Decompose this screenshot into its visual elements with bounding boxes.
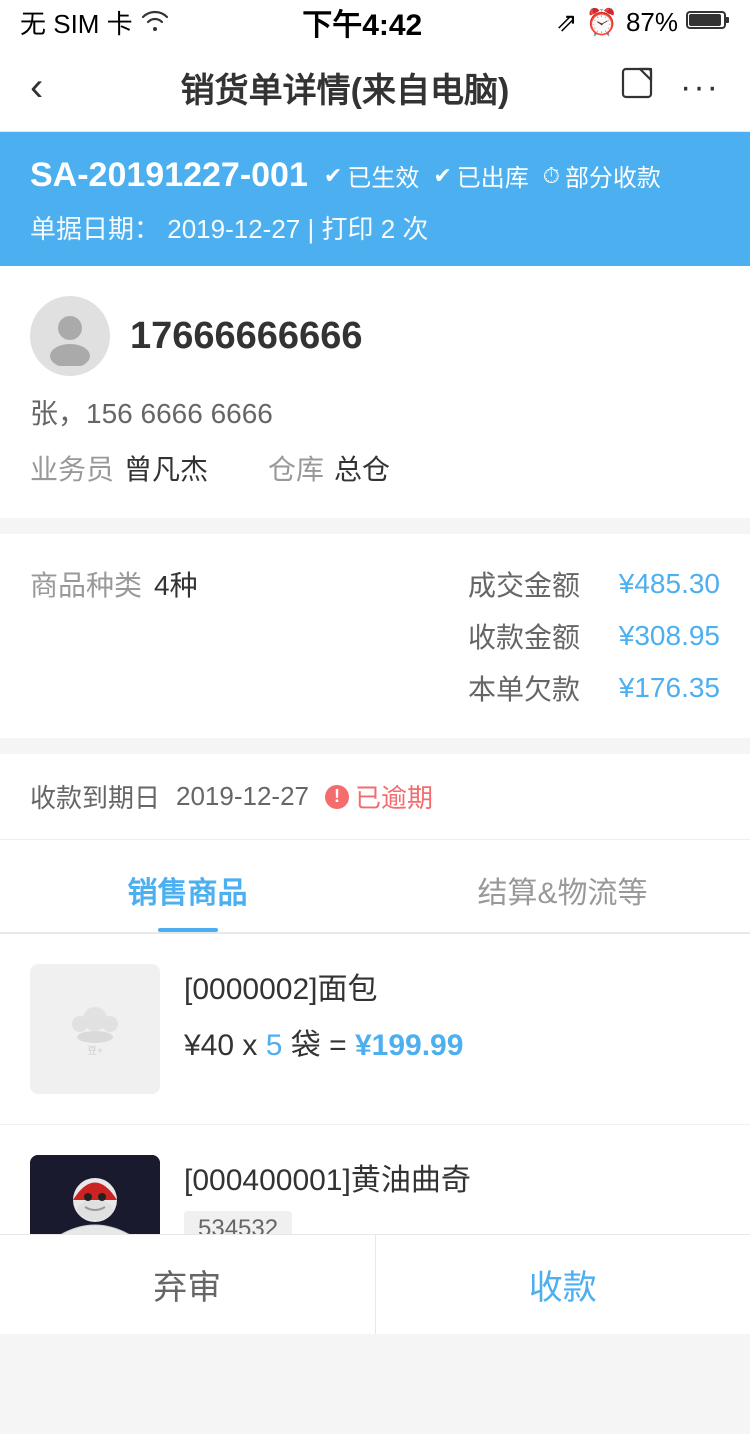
order-badges: ✔ 已生效 ✔ 已出库 ⏱ 部分收款 — [324, 158, 661, 193]
badge-partial: ⏱ 部分收款 — [543, 158, 661, 193]
due-amount-row: 本单欠款 ¥176.35 — [468, 668, 720, 708]
page-title: 销货单详情(来自电脑) — [90, 63, 600, 112]
nav-bar: ‹ 销货单详情(来自电脑) ··· — [0, 44, 750, 132]
customer-meta: 业务员 曾凡杰 仓库 总仓 — [30, 448, 720, 488]
received-amount-row: 收款金额 ¥308.95 — [468, 616, 720, 656]
status-time: 下午4:42 — [302, 0, 422, 44]
overdue-badge: ! 已逾期 — [325, 778, 433, 815]
sim-label: 无 SIM 卡 — [20, 4, 133, 41]
product-name-1: [0000002]面包 — [184, 964, 720, 1008]
badge-active: ✔ 已生效 — [324, 158, 419, 193]
due-date-value: 2019-12-27 — [176, 781, 309, 812]
order-header: SA-20191227-001 ✔ 已生效 ✔ 已出库 ⏱ 部分收款 单据日期：… — [0, 132, 750, 266]
tabs: 销售商品 结算&物流等 — [0, 840, 750, 934]
customer-detail: 张，156 6666 6666 — [30, 392, 720, 432]
tab-settlement[interactable]: 结算&物流等 — [375, 840, 750, 932]
order-date-row: 单据日期： 2019-12-27 | 打印 2 次 — [30, 209, 720, 246]
bottom-bar: 弃审 收款 — [0, 1234, 750, 1334]
deal-amount-row: 成交金额 ¥485.30 — [468, 564, 720, 604]
battery-icon — [686, 7, 730, 38]
back-button[interactable]: ‹ — [30, 65, 90, 110]
battery-label: 87% — [626, 7, 678, 38]
partial-icon: ⏱ — [543, 163, 560, 189]
due-date-section: 收款到期日 2019-12-27 ! 已逾期 — [0, 754, 750, 840]
warehouse-item: 仓库 总仓 — [268, 448, 390, 488]
overdue-icon: ! — [325, 785, 349, 809]
badge-shipped: ✔ 已出库 — [433, 158, 528, 193]
cancel-button[interactable]: 弃审 — [0, 1235, 376, 1334]
status-bar: 无 SIM 卡 下午4:42 ⇗ ⏰ 87% — [0, 0, 750, 44]
product-name-2: [000400001]黄油曲奇 — [184, 1155, 720, 1199]
product-image-1: 豆+ — [30, 964, 160, 1094]
summary-section: 商品种类 4种 成交金额 ¥485.30 收款金额 ¥308.95 本单欠款 ¥… — [0, 534, 750, 738]
status-left: 无 SIM 卡 — [20, 4, 169, 41]
more-icon[interactable]: ··· — [680, 68, 720, 107]
tab-products[interactable]: 销售商品 — [0, 840, 375, 932]
confirm-button[interactable]: 收款 — [376, 1235, 750, 1334]
amount-info: 成交金额 ¥485.30 收款金额 ¥308.95 本单欠款 ¥176.35 — [468, 564, 720, 708]
share-icon[interactable] — [618, 64, 656, 112]
product-price-1: ¥40 x 5 袋 = ¥199.99 — [184, 1020, 720, 1064]
active-icon: ✔ — [324, 163, 342, 189]
status-right: ⇗ ⏰ 87% — [556, 7, 730, 38]
wifi-icon — [141, 7, 169, 38]
salesman-item: 业务员 曾凡杰 — [30, 448, 208, 488]
customer-section: 17666666666 张，156 6666 6666 业务员 曾凡杰 仓库 总… — [0, 266, 750, 518]
product-info-1: [0000002]面包 ¥40 x 5 袋 = ¥199.99 — [184, 964, 720, 1064]
avatar — [30, 296, 110, 376]
customer-top: 17666666666 — [30, 296, 720, 376]
customer-name: 17666666666 — [130, 315, 362, 358]
category-info: 商品种类 4种 — [30, 564, 198, 604]
location-icon: ⇗ — [556, 7, 578, 38]
due-date-label: 收款到期日 — [30, 778, 160, 815]
svg-text:豆+: 豆+ — [87, 1045, 103, 1057]
nav-actions: ··· — [600, 64, 720, 112]
alarm-icon: ⏰ — [586, 7, 618, 38]
product-item: 豆+ [0000002]面包 ¥40 x 5 袋 = ¥199.99 — [0, 934, 750, 1125]
order-id: SA-20191227-001 — [30, 156, 308, 195]
shipped-icon: ✔ — [433, 163, 451, 189]
